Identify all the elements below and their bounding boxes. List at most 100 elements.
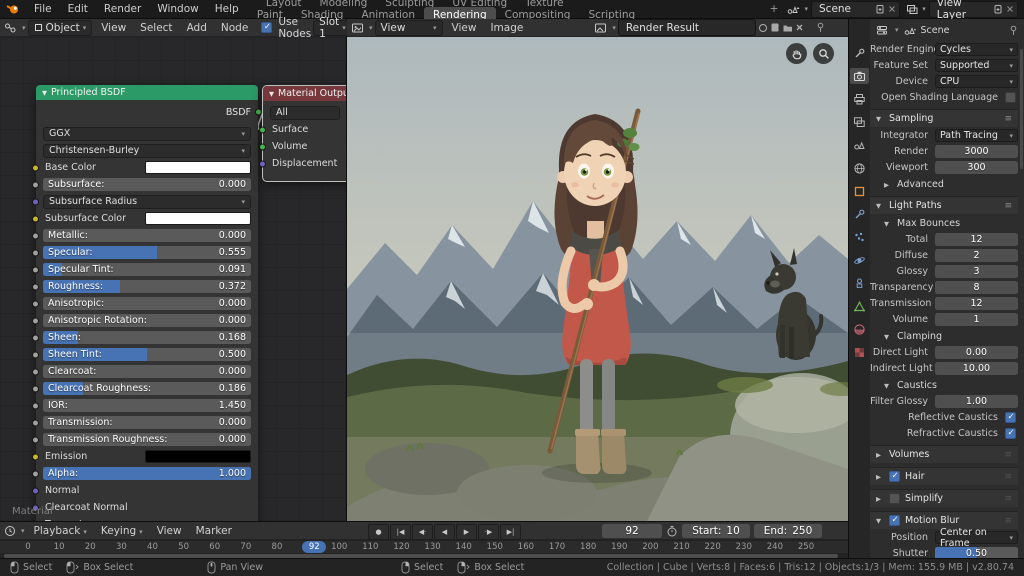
clearcoat-input-socket[interactable] — [32, 368, 39, 375]
metallic-input-socket[interactable] — [32, 232, 39, 239]
device-dropdown[interactable]: CPU▾ — [935, 75, 1018, 88]
play-button[interactable]: ▶ — [456, 524, 477, 540]
subsurface-slider[interactable]: Subsurface:0.000 — [43, 178, 251, 191]
specular-tint-slider[interactable]: Specular Tint:0.091 — [43, 263, 251, 276]
presets-menu-icon[interactable]: ≡ — [1004, 201, 1012, 211]
presets-menu-icon[interactable]: ≡ — [1004, 114, 1012, 124]
reflective-caustics-checkbox[interactable] — [1005, 412, 1016, 423]
metallic-slider[interactable]: Metallic:0.000 — [43, 229, 251, 242]
anisotropic-slider[interactable]: Anisotropic:0.000 — [43, 297, 251, 310]
subsurface-radius-input-socket[interactable] — [32, 198, 39, 205]
subsurface-input-socket[interactable] — [32, 181, 39, 188]
properties-tab-view-layer[interactable] — [850, 114, 869, 130]
simplify-checkbox[interactable] — [889, 493, 900, 504]
properties-editor-type-icon[interactable] — [876, 25, 888, 36]
subpanel-header-max-bounces[interactable]: ▼Max Bounces — [870, 216, 1018, 231]
anisotropic-input-socket[interactable] — [32, 300, 39, 307]
output-target-dropdown[interactable]: All — [270, 106, 340, 120]
browse-scene-icon[interactable] — [785, 3, 801, 15]
integrator-dropdown[interactable]: Path Tracing▾ — [935, 129, 1018, 142]
panel-expand-icon[interactable]: ▼ — [876, 115, 884, 123]
volume-input-socket[interactable] — [259, 143, 266, 150]
specular-tint-input-socket[interactable] — [32, 266, 39, 273]
pin-icon[interactable] — [1009, 25, 1018, 36]
timeline-ruler[interactable]: 92 0102030405060708010011012013014015016… — [0, 540, 848, 553]
transmission-roughness-slider[interactable]: Transmission Roughness:0.000 — [43, 433, 251, 446]
volume-field[interactable]: 1 — [935, 313, 1018, 326]
properties-tab-texture[interactable] — [850, 344, 869, 360]
node-canvas[interactable]: ▼ Principled BSDF BSDF GGX ▾ — [0, 37, 346, 521]
jump-end-button[interactable]: ▶| — [500, 524, 521, 540]
app-menu-file[interactable]: File — [26, 3, 60, 15]
unlink-image-icon[interactable] — [795, 23, 804, 32]
view-layer-selector[interactable]: View Layer — [929, 1, 1018, 18]
properties-scrollbar[interactable] — [1020, 49, 1023, 169]
fake-user-icon[interactable] — [758, 23, 768, 33]
clearcoat-slider[interactable]: Clearcoat:0.000 — [43, 365, 251, 378]
shutter-slider[interactable]: 0.50 — [935, 547, 1018, 558]
subsurface-color-color-swatch[interactable] — [145, 212, 251, 225]
properties-tab-physics[interactable] — [850, 252, 869, 268]
auto-key-button[interactable]: ● — [368, 524, 389, 540]
timeline-menu-view[interactable]: View — [150, 525, 189, 537]
collapse-arrow-icon[interactable]: ▼ — [42, 89, 47, 97]
anisotropic-rotation-slider[interactable]: Anisotropic Rotation:0.000 — [43, 314, 251, 327]
subpanel-header-advanced[interactable]: ▶Advanced — [870, 177, 1018, 192]
properties-tab-output[interactable] — [850, 91, 869, 107]
subsurface-color-input-socket[interactable] — [32, 215, 39, 222]
surface-input-socket[interactable] — [259, 126, 266, 133]
emission-input-socket[interactable] — [32, 453, 39, 460]
panel-header-simplify[interactable]: ▶Simplify≡ — [870, 489, 1018, 507]
stopwatch-icon[interactable] — [666, 525, 678, 537]
subpanel-header-caustics[interactable]: ▼Caustics — [870, 378, 1018, 393]
browse-view-layer-icon[interactable] — [906, 4, 919, 15]
glossy-field[interactable]: 3 — [935, 265, 1018, 278]
panel-header-hair[interactable]: ▶Hair≡ — [870, 467, 1018, 485]
frame-end-field[interactable]: End: 250 — [754, 524, 822, 538]
shader-type-dropdown[interactable]: Object ▾ — [28, 20, 93, 36]
properties-tab-constraints[interactable] — [850, 275, 869, 291]
transparency-field[interactable]: 8 — [935, 281, 1018, 294]
shader-editor-type-icon[interactable] — [4, 22, 17, 34]
transmission-field[interactable]: 12 — [935, 297, 1018, 310]
feature-set-dropdown[interactable]: Supported▾ — [935, 59, 1018, 72]
next-keyframe-button[interactable]: ·▶ — [478, 524, 499, 540]
panel-expand-icon[interactable]: ▶ — [876, 473, 884, 481]
ior-input-socket[interactable] — [32, 402, 39, 409]
new-scene-icon[interactable] — [876, 4, 885, 14]
material-output-node[interactable]: ▼ Material Output All SurfaceVolumeDispl… — [262, 85, 346, 182]
clearcoat-roughness-slider[interactable]: Clearcoat Roughness:0.186 — [43, 382, 251, 395]
image-menu-image[interactable]: Image — [483, 22, 530, 34]
new-view-layer-icon[interactable] — [994, 4, 1003, 14]
panel-header-light-paths[interactable]: ▼Light Paths≡ — [870, 196, 1018, 214]
specular-input-socket[interactable] — [32, 249, 39, 256]
properties-tab-scene[interactable] — [850, 137, 869, 153]
blender-logo-icon[interactable] — [0, 3, 26, 15]
play-reverse-button[interactable]: ◀ — [434, 524, 455, 540]
sheen-tint-input-socket[interactable] — [32, 351, 39, 358]
image-datablock-icon[interactable] — [594, 22, 607, 34]
panel-expand-icon[interactable]: ▼ — [876, 202, 884, 210]
image-editor-type-icon[interactable] — [351, 22, 364, 34]
hair-checkbox[interactable] — [889, 471, 900, 482]
image-mode-dropdown[interactable]: View ▾ — [375, 20, 443, 36]
sheen-slider[interactable]: Sheen:0.168 — [43, 331, 251, 344]
app-menu-edit[interactable]: Edit — [60, 3, 96, 15]
collapse-arrow-icon[interactable]: ▼ — [269, 90, 274, 98]
indirect-light-field[interactable]: 10.00 — [935, 362, 1018, 375]
displacement-input-socket[interactable] — [259, 160, 266, 167]
jump-start-button[interactable]: |◀ — [390, 524, 411, 540]
zoom-view-button[interactable] — [813, 43, 834, 64]
bsdf-output-socket[interactable] — [255, 109, 262, 116]
pin-icon[interactable] — [816, 22, 825, 33]
material-output-header[interactable]: ▼ Material Output — [263, 86, 346, 101]
specular-slider[interactable]: Specular:0.555 — [43, 246, 251, 259]
base-color-input-socket[interactable] — [32, 164, 39, 171]
panel-expand-icon[interactable]: ▶ — [876, 451, 884, 459]
normal-input-socket[interactable] — [32, 487, 39, 494]
panel-expand-icon[interactable]: ▼ — [884, 220, 892, 228]
shader-menu-view[interactable]: View — [94, 22, 133, 34]
transmission-roughness-input-socket[interactable] — [32, 436, 39, 443]
roughness-input-socket[interactable] — [32, 283, 39, 290]
panel-expand-icon[interactable]: ▶ — [876, 495, 884, 503]
